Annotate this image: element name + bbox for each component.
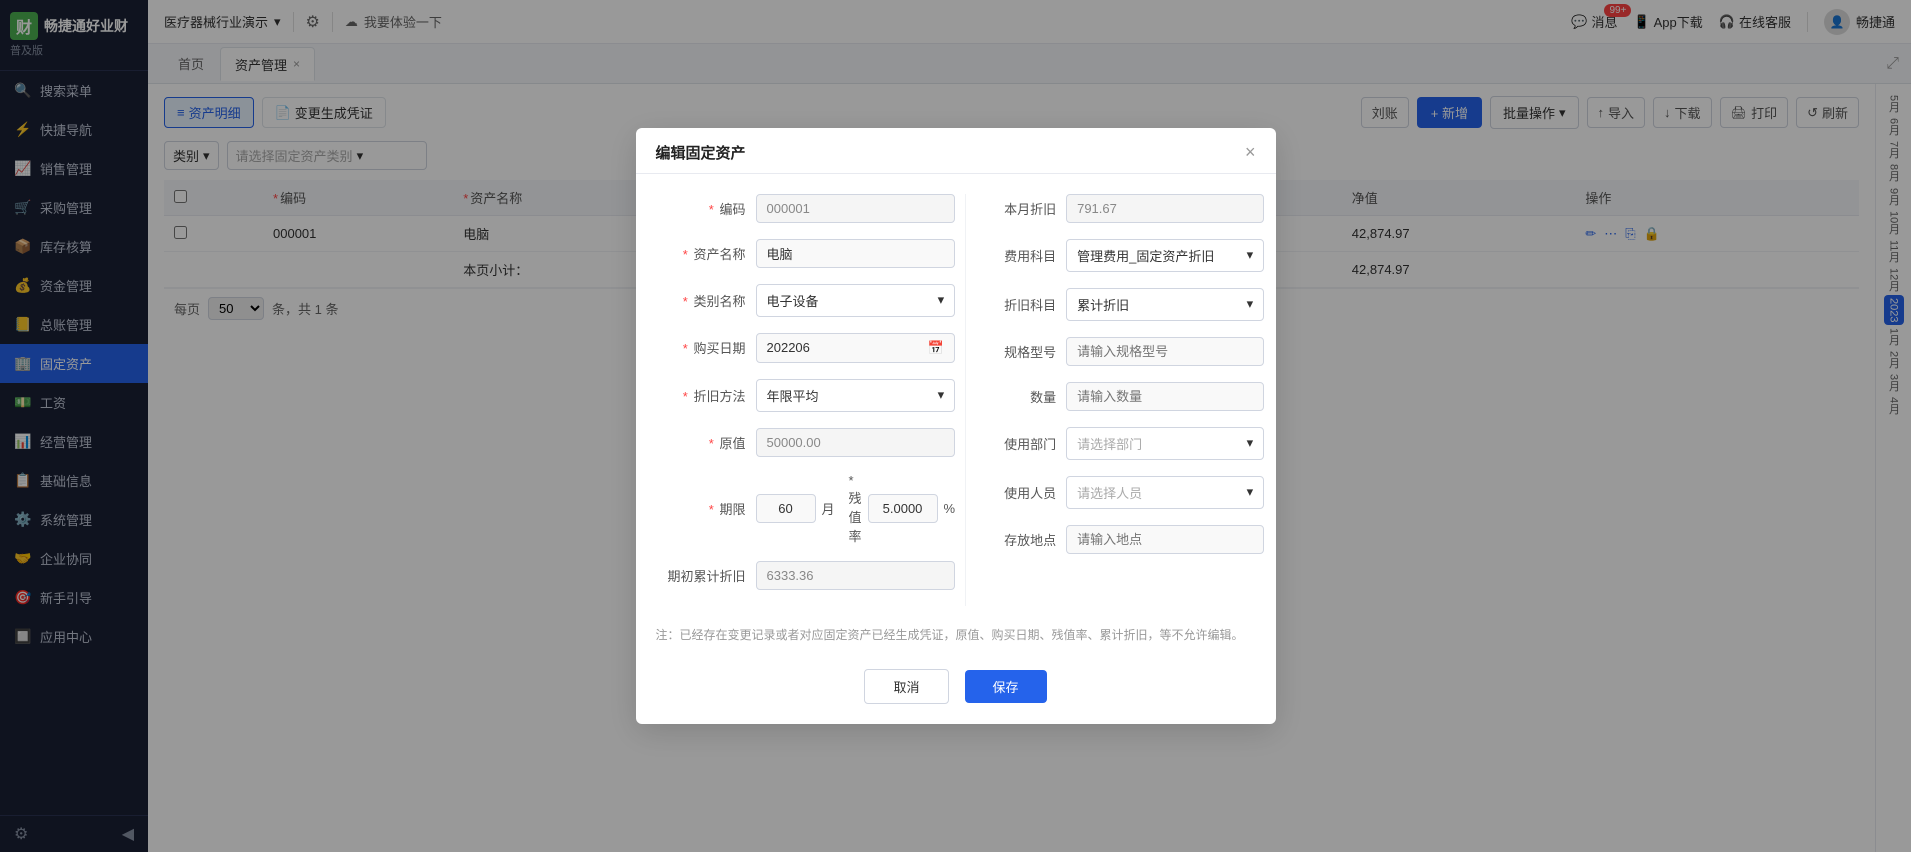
depr-subject-label: 折旧科目 [976,295,1056,314]
original-value-input[interactable] [756,428,956,457]
depr-method-label: * 折旧方法 [666,386,746,405]
form-row-spec: 规格型号 [976,337,1264,366]
dept-label: 使用部门 [976,434,1056,453]
category-select[interactable]: 电子设备 ▾ [756,284,956,317]
depr-subject-dropdown-icon: ▾ [1247,296,1254,312]
calendar-icon: 📅 [928,340,944,356]
save-button[interactable]: 保存 [965,670,1047,703]
dialog-close-button[interactable]: × [1245,142,1256,163]
period-unit: 月 [822,499,835,518]
purchase-date-label: * 购买日期 [666,338,746,357]
dept-dropdown-icon: ▾ [1247,435,1254,451]
opening-depr-label: 期初累计折旧 [666,566,746,585]
form-right-col: 本月折旧 费用科目 管理费用_固定资产折旧 ▾ [966,194,1274,606]
code-input[interactable] [756,194,956,223]
dialog-body: * 编码 * 资产名称 [636,174,1276,626]
form-row-quantity: 数量 [976,382,1264,411]
period-label: * 期限 [666,499,746,518]
this-month-depr-label: 本月折旧 [976,199,1056,218]
form-row-depr-method: * 折旧方法 年限平均 ▾ [666,379,956,412]
cancel-button[interactable]: 取消 [864,669,948,704]
category-label: * 类别名称 [666,291,746,310]
expense-subject-select[interactable]: 管理费用_固定资产折旧 ▾ [1066,239,1264,272]
quantity-input[interactable] [1066,382,1264,411]
form-row-code: * 编码 [666,194,956,223]
form-left-col: * 编码 * 资产名称 [656,194,967,606]
form-row-original-value: * 原值 [666,428,956,457]
form-grid: * 编码 * 资产名称 [656,194,1256,606]
asset-name-input[interactable] [756,239,956,268]
purchase-date-input[interactable]: 202206 📅 [756,333,956,363]
location-input[interactable] [1066,525,1264,554]
dialog-footer: 取消 保存 [636,657,1276,724]
person-placeholder: 请选择人员 [1077,483,1142,502]
depr-subject-select[interactable]: 累计折旧 ▾ [1066,288,1264,321]
dialog-header: 编辑固定资产 × [636,128,1276,174]
form-row-opening-depr: 期初累计折旧 [666,561,956,590]
period-row: 月 * 残值率 % [756,473,956,545]
original-value-label: * 原值 [666,433,746,452]
quantity-label: 数量 [976,387,1056,406]
dialog-note: 注：已经存在变更记录或者对应固定资产已经生成凭证，原值、购买日期、残值率、累计折… [636,626,1276,657]
opening-depr-input[interactable] [756,561,956,590]
spec-label: 规格型号 [976,342,1056,361]
this-month-depr-input [1066,194,1264,223]
code-label: * 编码 [666,199,746,218]
expense-subject-dropdown-icon: ▾ [1247,247,1254,263]
location-label: 存放地点 [976,530,1056,549]
depr-method-dropdown-icon: ▾ [938,387,945,403]
asset-name-label: * 资产名称 [666,244,746,263]
form-row-purchase-date: * 购买日期 202206 📅 [666,333,956,363]
form-row-category: * 类别名称 电子设备 ▾ [666,284,956,317]
period-input[interactable] [756,494,816,523]
person-dropdown-icon: ▾ [1247,484,1254,500]
dept-select[interactable]: 请选择部门 ▾ [1066,427,1264,460]
form-row-this-month-depr: 本月折旧 [976,194,1264,223]
depr-method-select[interactable]: 年限平均 ▾ [756,379,956,412]
dialog-overlay: 编辑固定资产 × * 编码 [0,0,1911,852]
dept-placeholder: 请选择部门 [1077,434,1142,453]
form-row-expense-subject: 费用科目 管理费用_固定资产折旧 ▾ [976,239,1264,272]
person-select[interactable]: 请选择人员 ▾ [1066,476,1264,509]
form-row-asset-name: * 资产名称 [666,239,956,268]
residual-rate-label: * 残值率 [849,473,862,545]
form-row-location: 存放地点 [976,525,1264,554]
residual-rate-input[interactable] [868,494,938,523]
form-row-dept: 使用部门 请选择部门 ▾ [976,427,1264,460]
category-dropdown-icon: ▾ [938,292,945,308]
edit-asset-dialog: 编辑固定资产 × * 编码 [636,128,1276,724]
expense-subject-label: 费用科目 [976,246,1056,265]
form-row-period: * 期限 月 * 残值率 % [666,473,956,545]
spec-input[interactable] [1066,337,1264,366]
person-label: 使用人员 [976,483,1056,502]
form-row-person: 使用人员 请选择人员 ▾ [976,476,1264,509]
residual-rate-unit: % [944,501,956,516]
form-row-depr-subject: 折旧科目 累计折旧 ▾ [976,288,1264,321]
dialog-title: 编辑固定资产 [656,142,746,163]
